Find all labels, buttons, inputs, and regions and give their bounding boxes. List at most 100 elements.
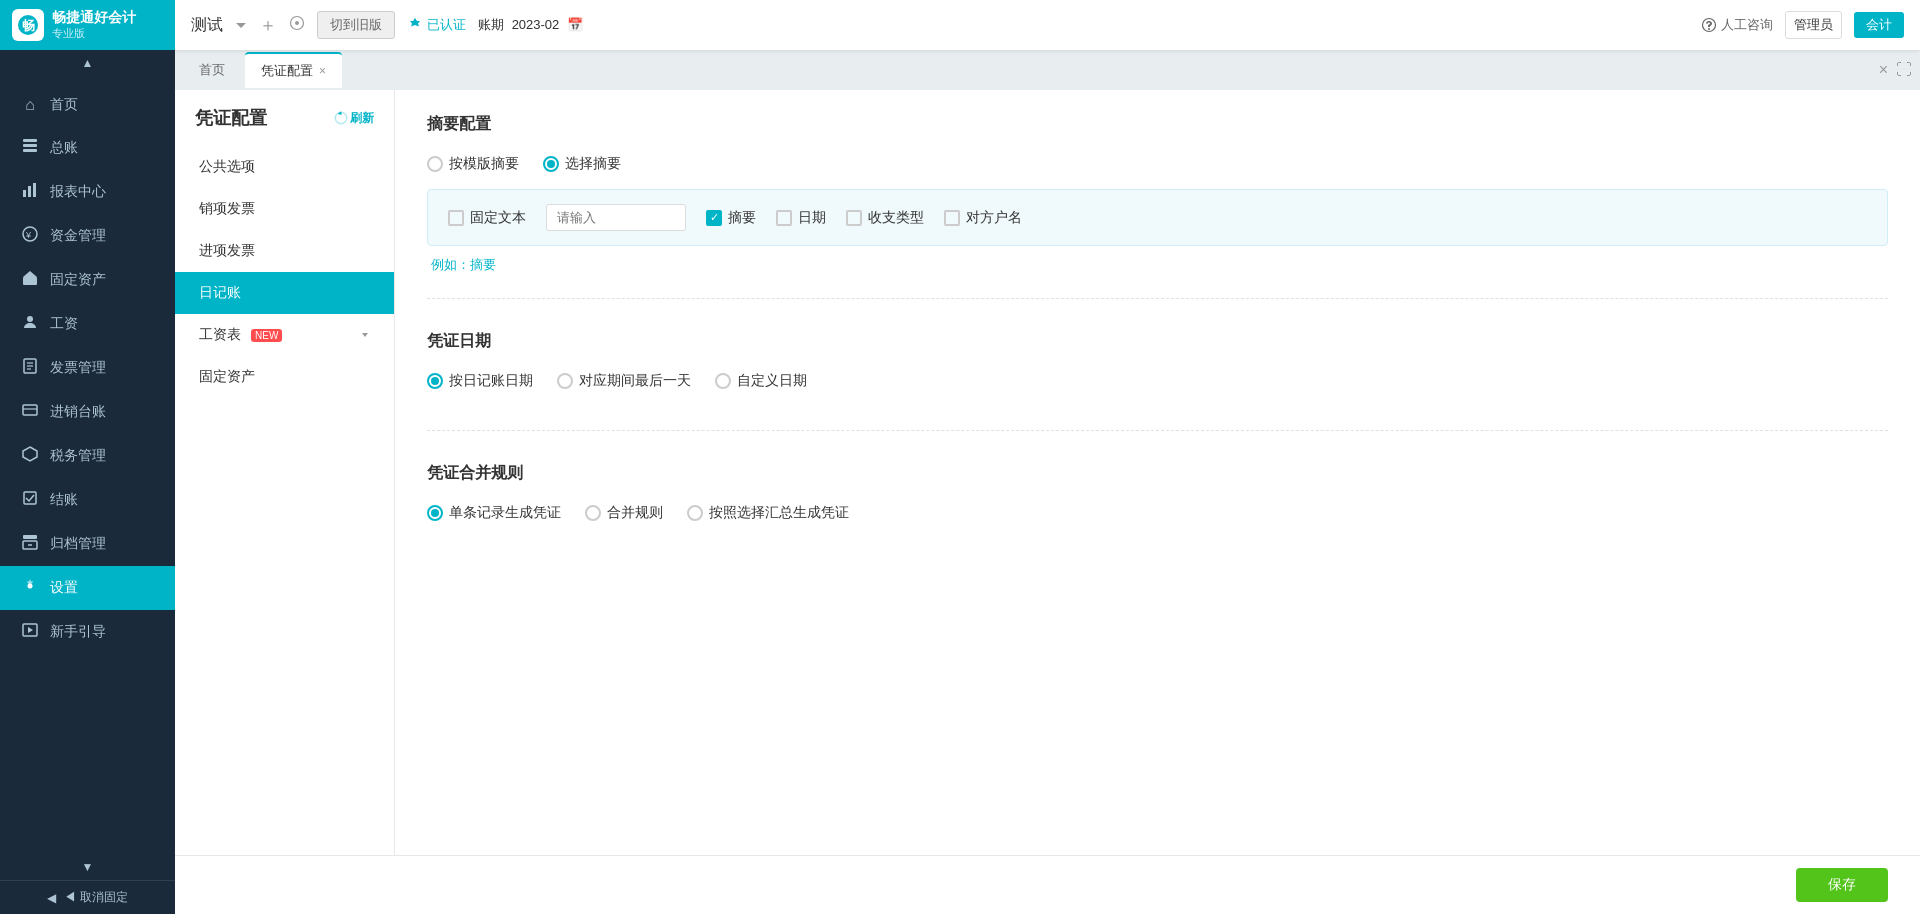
radio-circle-merge xyxy=(585,505,601,521)
radio-custom-date[interactable]: 自定义日期 xyxy=(715,372,807,390)
topbar-dropdown-arrow[interactable] xyxy=(235,17,247,33)
sidebar-scroll-up[interactable]: ▲ xyxy=(0,50,175,76)
radio-select-summary[interactable]: 选择摘要 xyxy=(543,155,621,173)
merge-radio-group: 单条记录生成凭证 合并规则 按照选择汇总生成凭证 xyxy=(427,504,1888,522)
svg-marker-11 xyxy=(23,271,37,277)
radio-merge-rule[interactable]: 合并规则 xyxy=(585,504,663,522)
topbar-old-version-btn[interactable]: 切到旧版 xyxy=(317,11,395,39)
left-nav-purchase[interactable]: 进项发票 xyxy=(175,230,394,272)
topbar: 测试 ＋ 切到旧版 已认证 账期 2023-02 📅 人工咨询 管理员 会计 xyxy=(175,0,1920,50)
svg-point-29 xyxy=(1708,28,1710,30)
checkbox-pay-type[interactable]: 收支类型 xyxy=(846,209,924,227)
sidebar-item-settings[interactable]: 设置 xyxy=(0,566,175,610)
svg-rect-7 xyxy=(33,183,36,197)
tabbar-expand-btn[interactable]: ⛶ xyxy=(1896,61,1912,79)
radio-template-summary[interactable]: 按模版摘要 xyxy=(427,155,519,173)
content-area: 凭证配置 刷新 公共选项 销项发票 进项发票 日记账 工资表 xyxy=(175,90,1920,914)
checkbox-box-summary xyxy=(706,210,722,226)
checkbox-fixed-text[interactable]: 固定文本 xyxy=(448,209,526,227)
topbar-certified-badge: 已认证 xyxy=(407,16,466,34)
payroll-icon xyxy=(20,314,40,334)
payroll-arrow-icon xyxy=(360,330,370,340)
topbar-admin-btn[interactable]: 管理员 xyxy=(1785,11,1842,39)
section-merge: 凭证合并规则 单条记录生成凭证 合并规则 按照选择汇总生成凭证 xyxy=(427,463,1888,562)
sidebar-scroll-down[interactable]: ▼ xyxy=(0,854,175,880)
tab-voucher-config[interactable]: 凭证配置 × xyxy=(245,52,342,88)
sidebar-item-invoice[interactable]: 发票管理 xyxy=(0,346,175,390)
sidebar-item-fixed-assets[interactable]: 固定资产 xyxy=(0,258,175,302)
svg-rect-6 xyxy=(28,186,31,197)
radio-period-last[interactable]: 对应期间最后一天 xyxy=(557,372,691,390)
svg-point-12 xyxy=(27,316,33,322)
tabbar-global-close-btn[interactable]: × xyxy=(1879,61,1888,79)
page-title-area: 凭证配置 刷新 xyxy=(175,106,394,146)
svg-rect-20 xyxy=(24,492,36,504)
cancel-fixed-icon: ◀ xyxy=(47,891,56,905)
cancel-fixed-btn[interactable]: ◀ ◀ 取消固定 xyxy=(0,880,175,914)
tabbar: 首页 凭证配置 × × ⛶ xyxy=(175,50,1920,90)
topbar-settings-btn[interactable] xyxy=(289,15,305,35)
radio-circle-journal-date xyxy=(427,373,443,389)
funds-icon: ¥ xyxy=(20,226,40,246)
left-nav: 凭证配置 刷新 公共选项 销项发票 进项发票 日记账 工资表 xyxy=(175,90,395,914)
sidebar-nav: ⌂ 首页 总账 报表中心 ¥ 资金管理 固定资产 xyxy=(0,76,175,854)
radio-circle-by-selection xyxy=(687,505,703,521)
svg-marker-19 xyxy=(23,447,37,461)
topbar-accountant-btn[interactable]: 会计 xyxy=(1854,12,1904,38)
radio-single-record[interactable]: 单条记录生成凭证 xyxy=(427,504,561,522)
summary-example: 例如：摘要 xyxy=(427,256,1888,274)
sidebar-item-sales-purchase[interactable]: 进销台账 xyxy=(0,390,175,434)
topbar-add-btn[interactable]: ＋ xyxy=(259,13,277,37)
svg-rect-4 xyxy=(23,149,37,152)
save-bar: 保存 xyxy=(175,855,1920,914)
svg-rect-17 xyxy=(23,405,37,415)
topbar-company-name: 测试 xyxy=(191,15,223,36)
sidebar-item-reports[interactable]: 报表中心 xyxy=(0,170,175,214)
sidebar-logo: 畅 畅捷通好会计 专业版 xyxy=(0,0,175,50)
tab-home[interactable]: 首页 xyxy=(183,53,241,87)
radio-circle-period-last xyxy=(557,373,573,389)
sidebar-item-archive[interactable]: 归档管理 xyxy=(0,522,175,566)
checkbox-counterpart[interactable]: 对方户名 xyxy=(944,209,1022,227)
radio-journal-date[interactable]: 按日记账日期 xyxy=(427,372,533,390)
sidebar-item-checkout[interactable]: 结账 xyxy=(0,478,175,522)
home-icon: ⌂ xyxy=(20,96,40,114)
sidebar-item-ledger[interactable]: 总账 xyxy=(0,126,175,170)
section-summary: 摘要配置 按模版摘要 选择摘要 固定文本 xyxy=(427,114,1888,299)
tab-close-btn[interactable]: × xyxy=(319,64,326,78)
sidebar-item-guide[interactable]: 新手引导 xyxy=(0,610,175,654)
guide-icon xyxy=(20,622,40,642)
svg-rect-3 xyxy=(23,144,37,147)
checkbox-box-fixed-text xyxy=(448,210,464,226)
left-nav-fixed-assets[interactable]: 固定资产 xyxy=(175,356,394,398)
checkbox-date[interactable]: 日期 xyxy=(776,209,826,227)
left-nav-payroll[interactable]: 工资表 NEW xyxy=(175,314,394,356)
section-summary-title: 摘要配置 xyxy=(427,114,1888,135)
settings-icon xyxy=(20,578,40,598)
sidebar-item-payroll[interactable]: 工资 xyxy=(0,302,175,346)
left-nav-journal[interactable]: 日记账 xyxy=(175,272,394,314)
radio-circle-custom-date xyxy=(715,373,731,389)
sidebar-item-home[interactable]: ⌂ 首页 xyxy=(0,84,175,126)
topbar-period: 账期 2023-02 📅 xyxy=(478,16,583,34)
left-nav-public[interactable]: 公共选项 xyxy=(175,146,394,188)
reports-icon xyxy=(20,182,40,202)
radio-by-selection[interactable]: 按照选择汇总生成凭证 xyxy=(687,504,849,522)
svg-rect-21 xyxy=(23,535,37,539)
sidebar-item-funds[interactable]: ¥ 资金管理 xyxy=(0,214,175,258)
left-nav-sales[interactable]: 销项发票 xyxy=(175,188,394,230)
svg-text:畅: 畅 xyxy=(22,18,35,33)
page-title: 凭证配置 xyxy=(195,106,267,130)
checkbox-summary[interactable]: 摘要 xyxy=(706,209,756,227)
svg-rect-5 xyxy=(23,190,26,197)
topbar-consult-btn[interactable]: 人工咨询 xyxy=(1701,16,1773,34)
refresh-btn[interactable]: 刷新 xyxy=(334,110,374,127)
svg-rect-2 xyxy=(23,139,37,142)
fixed-text-input[interactable] xyxy=(546,204,686,231)
sidebar: 畅 畅捷通好会计 专业版 ▲ ⌂ 首页 总账 报表中心 xyxy=(0,0,175,914)
section-date: 凭证日期 按日记账日期 对应期间最后一天 自定义日期 xyxy=(427,331,1888,431)
main-content: 凭证配置 刷新 公共选项 销项发票 进项发票 日记账 工资表 xyxy=(175,90,1920,914)
topbar-calendar-icon[interactable]: 📅 xyxy=(567,17,583,32)
save-button[interactable]: 保存 xyxy=(1796,868,1888,902)
sidebar-item-tax[interactable]: 税务管理 xyxy=(0,434,175,478)
